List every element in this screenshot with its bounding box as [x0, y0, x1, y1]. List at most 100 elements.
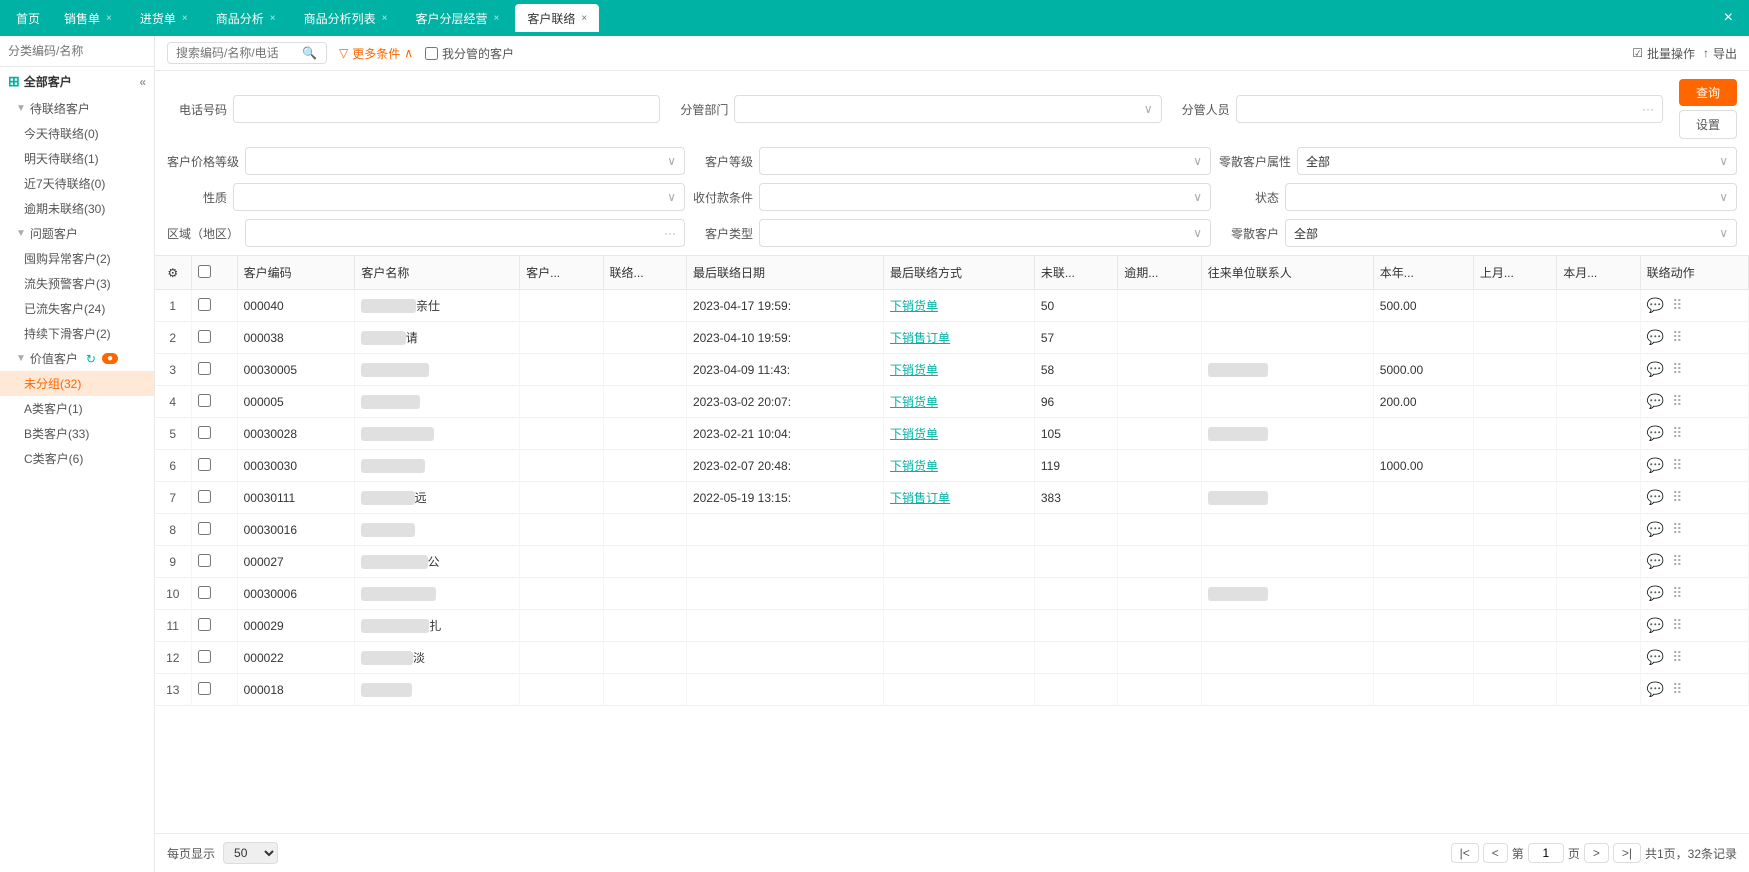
- row-checkbox[interactable]: [198, 362, 211, 375]
- action-chat-icon[interactable]: 💬: [1647, 585, 1664, 602]
- sidebar-item-declining[interactable]: 持续下滑客户(2): [0, 321, 154, 346]
- action-chat-icon[interactable]: 💬: [1647, 297, 1664, 314]
- sidebar-item-c-class[interactable]: C类客户(6): [0, 446, 154, 471]
- sidebar-item-7days[interactable]: 近7天待联络(0): [0, 171, 154, 196]
- sidebar-collapse-icon[interactable]: «: [139, 75, 146, 89]
- close-purchase-tab[interactable]: ×: [182, 13, 188, 24]
- filter-price-level-select[interactable]: ∨: [245, 147, 685, 175]
- close-all-tabs[interactable]: ×: [1716, 9, 1741, 27]
- sidebar-item-ungroup[interactable]: 未分组(32): [0, 371, 154, 396]
- close-analysis-tab[interactable]: ×: [270, 13, 276, 24]
- row-checkbox[interactable]: [198, 426, 211, 439]
- value-refresh-icon[interactable]: ↻: [86, 352, 96, 366]
- row-checkbox[interactable]: [198, 330, 211, 343]
- filter-payment-select[interactable]: ∨: [759, 183, 1211, 211]
- action-grid-icon[interactable]: ⠿: [1672, 425, 1682, 442]
- action-chat-icon[interactable]: 💬: [1647, 681, 1664, 698]
- my-customers-check[interactable]: [425, 47, 438, 60]
- row-checkbox[interactable]: [198, 618, 211, 631]
- batch-ops-btn[interactable]: ☑ 批量操作: [1632, 45, 1695, 62]
- close-sales-tab[interactable]: ×: [106, 13, 112, 24]
- sidebar-group-value[interactable]: ▼ 价值客户 ↻ ●: [0, 346, 154, 371]
- filter-phone-input[interactable]: [233, 95, 660, 123]
- sidebar-item-abnormal[interactable]: 囤购异常客户(2): [0, 246, 154, 271]
- page-last-btn[interactable]: >|: [1613, 843, 1641, 863]
- filter-manager-select[interactable]: ···: [1236, 95, 1663, 123]
- sidebar-item-today[interactable]: 今天待联络(0): [0, 121, 154, 146]
- close-customer-tier-tab[interactable]: ×: [493, 13, 499, 24]
- nav-tab-analysis[interactable]: 商品分析 ×: [204, 4, 288, 32]
- filter-status-select[interactable]: ∨: [1285, 183, 1737, 211]
- page-next-btn[interactable]: >: [1584, 843, 1609, 863]
- sidebar-item-churn-warn[interactable]: 流失预警客户(3): [0, 271, 154, 296]
- nav-tab-customer-contact[interactable]: 客户联络 ×: [515, 4, 599, 32]
- action-grid-icon[interactable]: ⠿: [1672, 585, 1682, 602]
- sidebar-all-customers[interactable]: ⊞ 全部客户 «: [0, 67, 154, 96]
- per-page-select[interactable]: 50 100: [223, 842, 278, 864]
- filter-customer-type-select[interactable]: ∨: [759, 219, 1211, 247]
- action-grid-icon[interactable]: ⠿: [1672, 297, 1682, 314]
- sidebar-group-problem[interactable]: ▼ 问题客户: [0, 221, 154, 246]
- action-grid-icon[interactable]: ⠿: [1672, 457, 1682, 474]
- more-filters-btn[interactable]: ▽ 更多条件 ∧: [339, 45, 413, 62]
- action-grid-icon[interactable]: ⠿: [1672, 649, 1682, 666]
- action-grid-icon[interactable]: ⠿: [1672, 681, 1682, 698]
- sidebar-search-input[interactable]: [8, 44, 155, 58]
- action-grid-icon[interactable]: ⠿: [1672, 553, 1682, 570]
- action-grid-icon[interactable]: ⠿: [1672, 329, 1682, 346]
- nav-home[interactable]: 首页: [8, 10, 48, 27]
- row-checkbox[interactable]: [198, 458, 211, 471]
- filter-region-select[interactable]: ···: [245, 219, 685, 247]
- action-chat-icon[interactable]: 💬: [1647, 521, 1664, 538]
- sidebar-group-pending[interactable]: ▼ 待联络客户: [0, 96, 154, 121]
- action-chat-icon[interactable]: 💬: [1647, 361, 1664, 378]
- action-chat-icon[interactable]: 💬: [1647, 489, 1664, 506]
- row-checkbox[interactable]: [198, 682, 211, 695]
- page-prev-btn[interactable]: <: [1483, 843, 1508, 863]
- row-checkbox[interactable]: [198, 554, 211, 567]
- select-all-checkbox[interactable]: [198, 265, 211, 278]
- filter-dept-select[interactable]: ∨: [734, 95, 1161, 123]
- close-customer-contact-tab[interactable]: ×: [581, 13, 587, 24]
- page-input[interactable]: [1528, 843, 1564, 863]
- query-btn[interactable]: 查询: [1679, 79, 1737, 106]
- action-chat-icon[interactable]: 💬: [1647, 329, 1664, 346]
- action-chat-icon[interactable]: 💬: [1647, 553, 1664, 570]
- nav-tab-analysis-list[interactable]: 商品分析列表 ×: [292, 4, 400, 32]
- filter-search-input[interactable]: [176, 46, 296, 60]
- action-grid-icon[interactable]: ⠿: [1672, 521, 1682, 538]
- action-grid-icon[interactable]: ⠿: [1672, 489, 1682, 506]
- sidebar-item-overdue[interactable]: 逾期未联络(30): [0, 196, 154, 221]
- filter-nature-select[interactable]: ∨: [233, 183, 685, 211]
- action-chat-icon[interactable]: 💬: [1647, 617, 1664, 634]
- action-grid-icon[interactable]: ⠿: [1672, 361, 1682, 378]
- filter-customer-level-select[interactable]: ∨: [759, 147, 1211, 175]
- sidebar-item-churned[interactable]: 已流失客户(24): [0, 296, 154, 321]
- action-chat-icon[interactable]: 💬: [1647, 649, 1664, 666]
- row-checkbox[interactable]: [198, 394, 211, 407]
- row-checkbox[interactable]: [198, 650, 211, 663]
- row-checkbox[interactable]: [198, 522, 211, 535]
- close-analysis-list-tab[interactable]: ×: [382, 13, 388, 24]
- th-settings[interactable]: ⚙: [155, 256, 191, 290]
- row-checkbox[interactable]: [198, 586, 211, 599]
- filter-retail-attr-select[interactable]: 全部 ∨: [1297, 147, 1737, 175]
- reset-btn[interactable]: 设置: [1679, 110, 1737, 139]
- action-grid-icon[interactable]: ⠿: [1672, 617, 1682, 634]
- sidebar-item-a-class[interactable]: A类客户(1): [0, 396, 154, 421]
- page-first-btn[interactable]: |<: [1451, 843, 1479, 863]
- filter-retail-customer-select[interactable]: 全部 ∨: [1285, 219, 1737, 247]
- action-chat-icon[interactable]: 💬: [1647, 457, 1664, 474]
- nav-tab-customer-tier[interactable]: 客户分层经营 ×: [403, 4, 511, 32]
- sidebar-item-b-class[interactable]: B类客户(33): [0, 421, 154, 446]
- row-checkbox[interactable]: [198, 490, 211, 503]
- action-chat-icon[interactable]: 💬: [1647, 425, 1664, 442]
- nav-tab-sales[interactable]: 销售单 ×: [52, 4, 124, 32]
- row-checkbox[interactable]: [198, 298, 211, 311]
- action-grid-icon[interactable]: ⠿: [1672, 393, 1682, 410]
- export-btn[interactable]: ↑ 导出: [1703, 45, 1737, 62]
- sidebar-item-tomorrow[interactable]: 明天待联络(1): [0, 146, 154, 171]
- nav-tab-purchase[interactable]: 进货单 ×: [128, 4, 200, 32]
- filter-search-icon[interactable]: 🔍: [302, 46, 317, 60]
- action-chat-icon[interactable]: 💬: [1647, 393, 1664, 410]
